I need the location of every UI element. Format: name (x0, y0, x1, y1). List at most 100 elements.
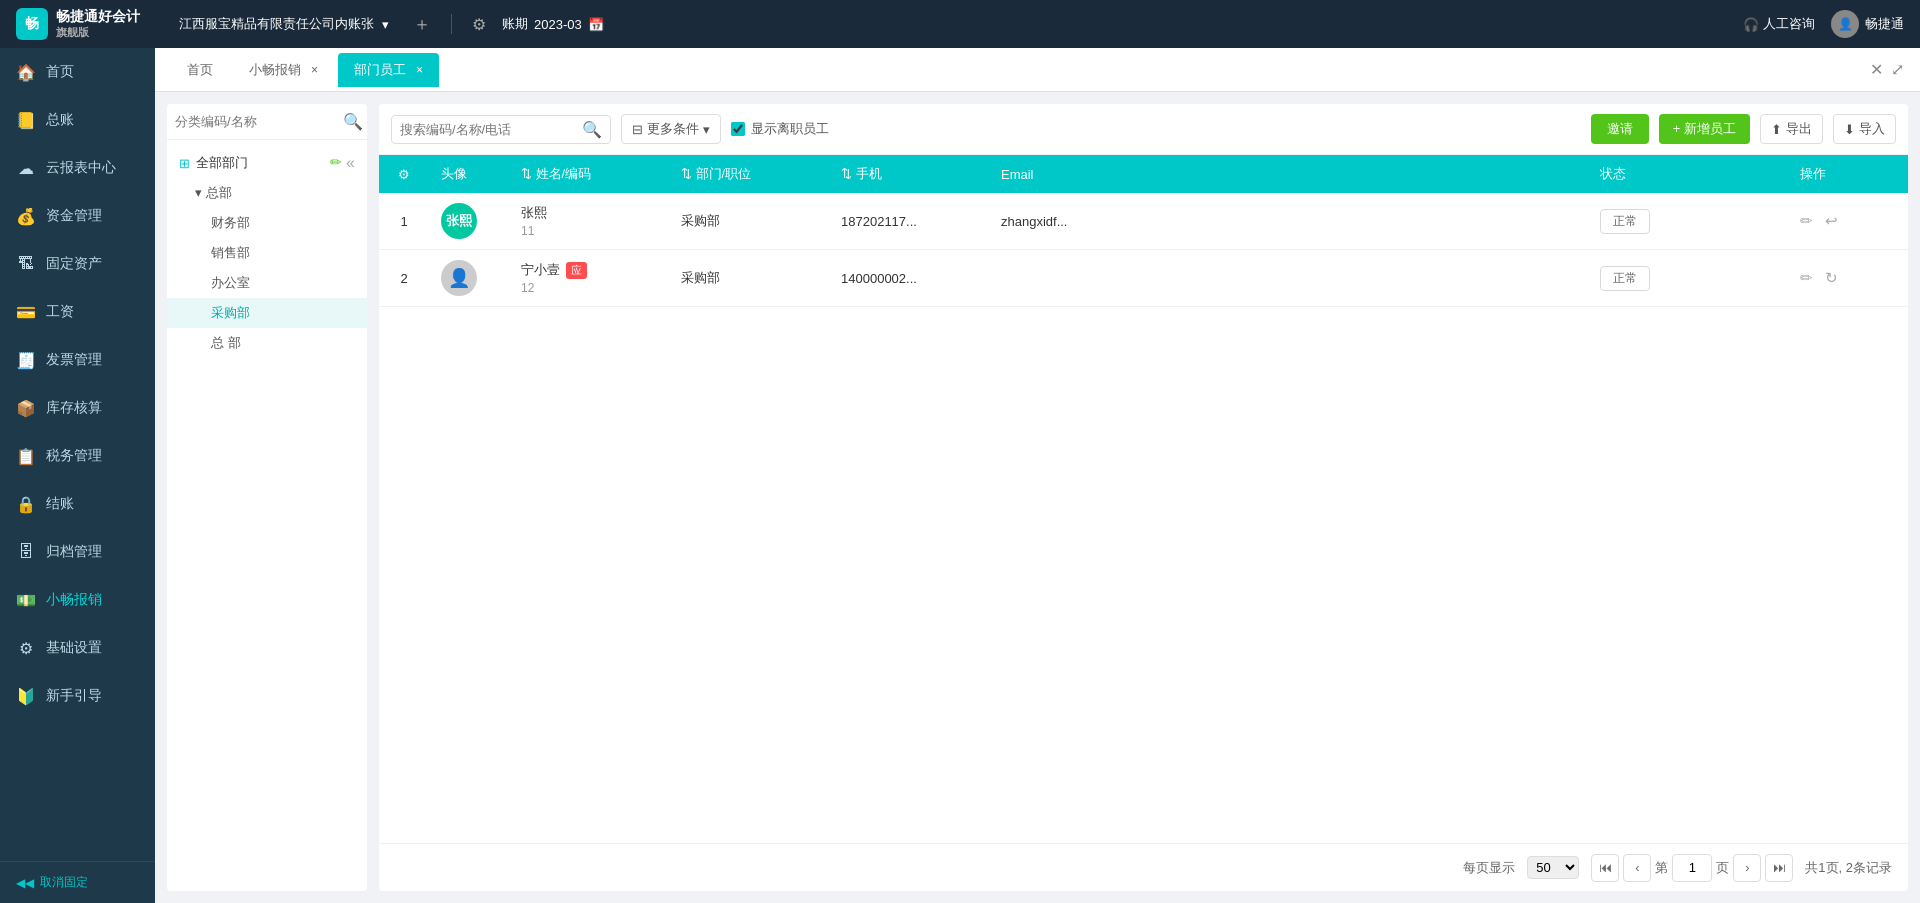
cell-email (989, 250, 1588, 307)
tab-bar-right: ✕ ⤢ (1870, 60, 1904, 79)
last-page-btn[interactable]: ⏭ (1765, 854, 1793, 882)
filter-btn[interactable]: ⊟ 更多条件 ▾ (621, 114, 721, 144)
tab-dept-emp[interactable]: 部门员工 × (338, 53, 439, 87)
settings-icon: ⚙ (16, 638, 36, 658)
prev-page-btn[interactable]: ‹ (1623, 854, 1651, 882)
cell-index: 2 (379, 250, 429, 307)
tab-close-icon[interactable]: ✕ (1870, 60, 1883, 79)
tax-icon: 📋 (16, 446, 36, 466)
user-menu[interactable]: 👤 畅捷通 (1831, 10, 1904, 38)
page-input[interactable] (1672, 854, 1712, 882)
all-dept-item[interactable]: ⊞ 全部部门 ✏ « (167, 148, 367, 178)
tab-expense-label: 小畅报销 (249, 61, 301, 79)
service-btn[interactable]: 🎧 人工咨询 (1743, 15, 1815, 33)
sidebar-item-assets[interactable]: 🏗 固定资产 (0, 240, 155, 288)
sidebar-item-archive[interactable]: 🗄 归档管理 (0, 528, 155, 576)
sidebar-item-invoice[interactable]: 🧾 发票管理 (0, 336, 155, 384)
tab-home[interactable]: 首页 (171, 53, 229, 87)
sidebar-item-expense[interactable]: 💵 小畅报销 (0, 576, 155, 624)
money-icon: 💰 (16, 206, 36, 226)
inventory-icon: 📦 (16, 398, 36, 418)
tabbar: 首页 小畅报销 × 部门员工 × ✕ ⤢ (155, 48, 1920, 92)
show-resigned-checkbox[interactable] (731, 122, 745, 136)
tab-expense[interactable]: 小畅报销 × (233, 53, 334, 87)
add-emp-btn[interactable]: + 新增员工 (1659, 114, 1750, 144)
dept-item-purchase[interactable]: 采购部 (167, 298, 367, 328)
expense-icon: 💵 (16, 590, 36, 610)
topbar: 畅 畅捷通好会计 旗舰版 江西服宝精品有限责任公司内账张 ▾ ＋ ⚙ 账期 20… (0, 0, 1920, 48)
dept-item-headquarters[interactable]: ▾ 总部 (167, 178, 367, 208)
tab-dept-emp-close[interactable]: × (416, 63, 423, 77)
col-settings[interactable]: ⚙ (379, 155, 429, 193)
export-label: 导出 (1786, 120, 1812, 138)
edit-dept-icon[interactable]: ✏ (330, 154, 342, 172)
sidebar-item-ledger[interactable]: 📒 总账 (0, 96, 155, 144)
cell-name-code: 宁小壹应12 (509, 250, 669, 307)
company-selector[interactable]: 江西服宝精品有限责任公司内账张 ▾ (179, 15, 389, 33)
sidebar-item-closeaccount[interactable]: 🔒 结账 (0, 480, 155, 528)
dept-item-finance[interactable]: 财务部 (167, 208, 367, 238)
add-icon[interactable]: ＋ (413, 12, 431, 36)
sidebar-item-home[interactable]: 🏠 首页 (0, 48, 155, 96)
company-name: 江西服宝精品有限责任公司内账张 (179, 15, 374, 33)
sidebar-item-salary[interactable]: 💳 工资 (0, 288, 155, 336)
dept-item-general[interactable]: 总 部 (167, 328, 367, 358)
edit-icon[interactable]: ✏ (1800, 212, 1813, 230)
emp-search-input[interactable] (400, 122, 576, 137)
dept-item-office[interactable]: 办公室 (167, 268, 367, 298)
tab-expense-close[interactable]: × (311, 63, 318, 77)
page-size-dropdown[interactable]: 50 20 100 (1527, 856, 1579, 879)
table-row: 1张熙张熙11采购部187202117...zhangxidf...正常✏↩ (379, 193, 1908, 250)
topbar-right: 🎧 人工咨询 👤 畅捷通 (1743, 10, 1904, 38)
tab-dept-emp-label: 部门员工 (354, 61, 406, 79)
import-label: 导入 (1859, 120, 1885, 138)
refresh-icon[interactable]: ↻ (1825, 269, 1838, 287)
sidebar-item-tax[interactable]: 📋 税务管理 (0, 432, 155, 480)
app-sub: 旗舰版 (56, 25, 140, 40)
sidebar-item-inventory[interactable]: 📦 库存核算 (0, 384, 155, 432)
sidebar-item-settings[interactable]: ⚙ 基础设置 (0, 624, 155, 672)
show-resigned-text: 显示离职员工 (751, 120, 829, 138)
cell-dept-post: 采购部 (669, 193, 829, 250)
col-email: Email (989, 155, 1588, 193)
dept-search-input[interactable] (175, 114, 343, 129)
emp-table: ⚙ 头像 ⇅ 姓名/编码 ⇅ 部门/职位 ⇅ 手机 Email 状态 操作 (379, 155, 1908, 843)
col-name-code[interactable]: ⇅ 姓名/编码 (509, 155, 669, 193)
show-resigned-label[interactable]: 显示离职员工 (731, 120, 829, 138)
calendar-icon[interactable]: 📅 (588, 17, 604, 32)
sidebar-label-inventory: 库存核算 (46, 399, 102, 417)
page-size-label: 每页显示 (1463, 859, 1515, 877)
sidebar-label-guide: 新手引导 (46, 687, 102, 705)
col-dept-post[interactable]: ⇅ 部门/职位 (669, 155, 829, 193)
sidebar-item-guide[interactable]: 🔰 新手引导 (0, 672, 155, 720)
filter-dropdown-icon: ▾ (703, 122, 710, 137)
dept-item-sales[interactable]: 销售部 (167, 238, 367, 268)
settings-icon[interactable]: ⚙ (472, 15, 486, 34)
pagination-controls: ⏮ ‹ 第 页 › ⏭ (1591, 854, 1793, 882)
sidebar-item-funds[interactable]: 💰 资金管理 (0, 192, 155, 240)
dept-tree: ⊞ 全部部门 ✏ « ▾ 总部 财务部 销售部 办公室 采购部 总 部 (167, 140, 367, 891)
logo-icon: 畅 (16, 8, 48, 40)
home-icon: 🏠 (16, 62, 36, 82)
emp-code: 12 (521, 281, 657, 295)
content-area: 首页 小畅报销 × 部门员工 × ✕ ⤢ 🔍 (155, 48, 1920, 903)
import-btn[interactable]: ⬇ 导入 (1833, 114, 1896, 144)
cell-avatar: 👤 (429, 250, 509, 307)
next-page-btn[interactable]: › (1733, 854, 1761, 882)
employee-table: ⚙ 头像 ⇅ 姓名/编码 ⇅ 部门/职位 ⇅ 手机 Email 状态 操作 (379, 155, 1908, 307)
main-layout: 🏠 首页 📒 总账 ☁ 云报表中心 💰 资金管理 🏗 固定资产 💳 工资 🧾 发… (0, 48, 1920, 903)
export-btn[interactable]: ⬆ 导出 (1760, 114, 1823, 144)
user-name: 畅捷通 (1865, 15, 1904, 33)
collapse-icon[interactable]: « (346, 154, 355, 172)
edit-icon[interactable]: ✏ (1800, 269, 1813, 287)
app-logo: 畅 畅捷通好会计 旗舰版 (16, 8, 171, 40)
invite-btn[interactable]: 邀请 (1591, 114, 1649, 144)
cell-phone: 140000002... (829, 250, 989, 307)
first-page-btn[interactable]: ⏮ (1591, 854, 1619, 882)
logout-icon[interactable]: ↩ (1825, 212, 1838, 230)
tab-expand-icon[interactable]: ⤢ (1891, 60, 1904, 79)
cell-email: zhangxidf... (989, 193, 1588, 250)
sidebar-item-reports[interactable]: ☁ 云报表中心 (0, 144, 155, 192)
col-phone[interactable]: ⇅ 手机 (829, 155, 989, 193)
unpin-btn[interactable]: ◀◀ 取消固定 (0, 861, 155, 903)
